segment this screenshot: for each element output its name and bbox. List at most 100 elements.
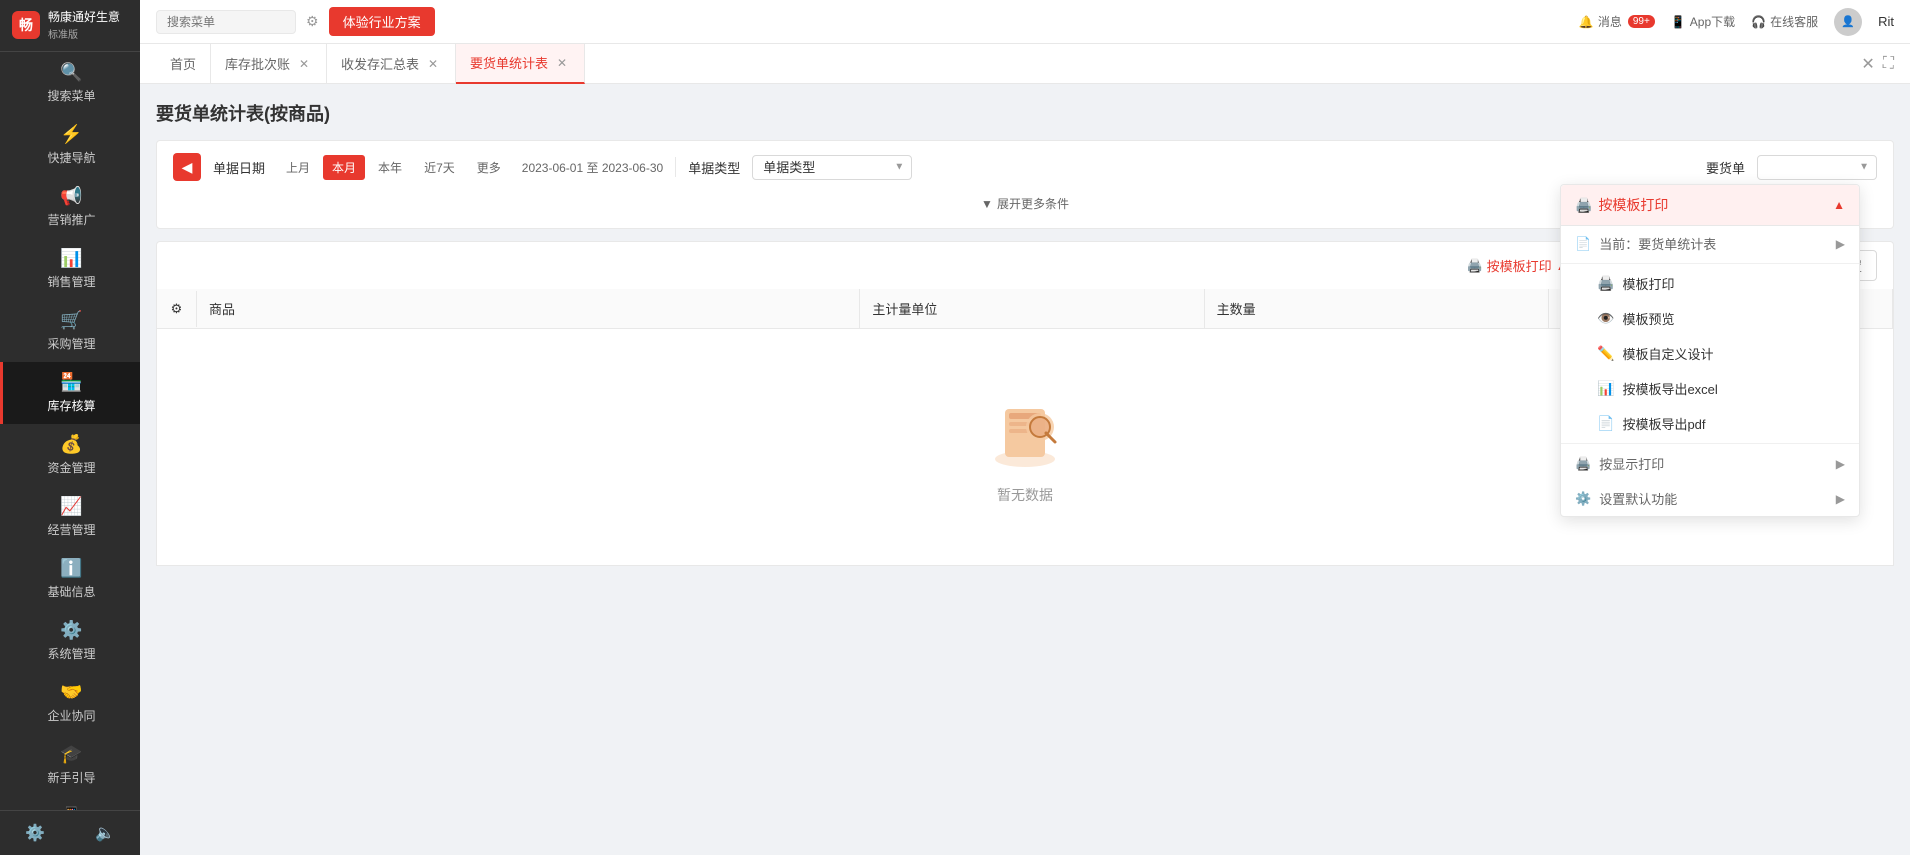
sidebar-item-purchase[interactable]: 🛒 采购管理 bbox=[0, 300, 140, 362]
app-version: 标准版 bbox=[48, 26, 120, 41]
dp-template-print[interactable]: 🖨️ 模板打印 bbox=[1561, 266, 1859, 301]
app-name: 畅康通好生意 bbox=[48, 10, 120, 26]
username: Rit bbox=[1878, 14, 1894, 29]
sidebar-item-inventory[interactable]: 🏪 库存核算 bbox=[0, 362, 140, 424]
dp-default-func-label: 设置默认功能 bbox=[1599, 489, 1677, 508]
tab-bar: 首页库存批次账✕ 收发存汇总表 ✕ 要货单统计表 ✕ ✕ ⛶ bbox=[140, 44, 1910, 84]
dp-template-print-icon: 🖨️ bbox=[1597, 275, 1614, 292]
top-bar-right: 🔔 消息 99+ 📱 App下载 🎧 在线客服 👤 Rit bbox=[1579, 8, 1894, 36]
sidebar-item-guide[interactable]: 🎓 新手引导 bbox=[0, 734, 140, 796]
dp-export-pdf-label: 按模板导出pdf bbox=[1622, 414, 1705, 433]
sidebar-item-label: 资金管理 bbox=[47, 459, 95, 476]
dp-title: 按模板打印 bbox=[1598, 195, 1668, 215]
sidebar-footer: ⚙️ 🔈 bbox=[0, 810, 140, 855]
tab-close-inventory-batch[interactable]: ✕ bbox=[296, 56, 312, 72]
app-download-btn[interactable]: 📱 App下载 bbox=[1671, 13, 1735, 30]
settings-gear-icon[interactable]: ⚙ bbox=[306, 13, 319, 30]
tab-label-home: 首页 bbox=[170, 54, 196, 73]
yaohuodan-select[interactable] bbox=[1757, 155, 1877, 180]
sidebar-item-basics[interactable]: ℹ️ 基础信息 bbox=[0, 548, 140, 610]
sidebar-item-marketing[interactable]: 📢 营销推广 bbox=[0, 176, 140, 238]
sidebar-item-search[interactable]: 🔍 搜索菜单 bbox=[0, 52, 140, 114]
date-filter-label: 单据日期 bbox=[213, 158, 265, 177]
quick-nav-icon: ⚡ bbox=[60, 124, 82, 145]
tab-bar-actions: ✕ ⛶ bbox=[1861, 54, 1894, 74]
messages-badge: 99+ bbox=[1628, 15, 1655, 28]
experience-btn[interactable]: 体验行业方案 bbox=[329, 7, 435, 36]
date-btn-本月[interactable]: 本月 bbox=[323, 155, 365, 180]
tab-recv-summary[interactable]: 收发存汇总表 ✕ bbox=[327, 44, 456, 84]
dp-collapse-arrow[interactable]: ▲ bbox=[1833, 198, 1845, 212]
messages-btn[interactable]: 🔔 消息 99+ bbox=[1579, 13, 1655, 30]
sidebar-item-apps[interactable]: 📱 应用中心 bbox=[0, 796, 140, 810]
dp-export-excel[interactable]: 📊 按模板导出excel bbox=[1561, 371, 1859, 406]
sidebar-item-sales[interactable]: 📊 销售管理 bbox=[0, 238, 140, 300]
close-window-btn[interactable]: ✕ bbox=[1861, 54, 1874, 74]
date-btn-上月[interactable]: 上月 bbox=[277, 155, 319, 180]
settings-icon[interactable]: ⚙️ bbox=[21, 819, 49, 847]
online-service-btn[interactable]: 🎧 在线客服 bbox=[1751, 13, 1818, 30]
dp-current-section[interactable]: 📄 当前：要货单统计表 ▶ bbox=[1561, 226, 1859, 261]
basics-icon: ℹ️ bbox=[60, 558, 82, 579]
column-settings-icon[interactable]: ⚙ bbox=[171, 301, 183, 316]
dp-default-func-icon: ⚙️ bbox=[1575, 491, 1591, 507]
sales-icon: 📊 bbox=[60, 248, 82, 269]
sidebar-item-operations[interactable]: 📈 经营管理 bbox=[0, 486, 140, 548]
dp-template-preview[interactable]: 👁️ 模板预览 bbox=[1561, 301, 1859, 336]
date-btn-本年[interactable]: 本年 bbox=[369, 155, 411, 180]
app-download-label: App下载 bbox=[1690, 13, 1735, 30]
dp-current-label: 当前：要货单统计表 bbox=[1599, 234, 1716, 253]
tab-label-order-stats: 要货单统计表 bbox=[470, 53, 548, 72]
sidebar-item-finance[interactable]: 💰 资金管理 bbox=[0, 424, 140, 486]
tab-home[interactable]: 首页 bbox=[156, 44, 211, 84]
dp-display-print-arrow: ▶ bbox=[1836, 457, 1845, 471]
th-goods: 商品 bbox=[197, 289, 860, 328]
type-select[interactable]: 单据类型 bbox=[752, 155, 912, 180]
dp-display-print-section[interactable]: 🖨️ 按显示打印 ▶ bbox=[1561, 446, 1859, 481]
cooperation-icon: 🤝 bbox=[60, 682, 82, 703]
date-range-display: 2023-06-01 至 2023-06-30 bbox=[522, 159, 663, 176]
date-buttons: 上月本月本年近7天更多 bbox=[277, 155, 510, 180]
tab-close-recv-summary[interactable]: ✕ bbox=[425, 56, 441, 72]
dp-header: 🖨️ 按模板打印 ▲ bbox=[1561, 185, 1859, 226]
page-area: 要货单统计表(按商品) ◀ 单据日期 上月本月本年近7天更多 2023-06-0… bbox=[140, 84, 1910, 855]
avatar[interactable]: 👤 bbox=[1834, 8, 1862, 36]
dp-default-func-section[interactable]: ⚙️ 设置默认功能 ▶ bbox=[1561, 481, 1859, 516]
sidebar-item-cooperation[interactable]: 🤝 企业协同 bbox=[0, 672, 140, 734]
dp-export-pdf[interactable]: 📄 按模板导出pdf bbox=[1561, 406, 1859, 441]
filter-row-1: ◀ 单据日期 上月本月本年近7天更多 2023-06-01 至 2023-06-… bbox=[173, 153, 1877, 181]
sidebar-item-label: 采购管理 bbox=[47, 335, 95, 352]
phone-icon: 📱 bbox=[1671, 15, 1686, 29]
type-select-wrapper: 单据类型 bbox=[752, 155, 912, 180]
dp-template-design-label: 模板自定义设计 bbox=[1622, 344, 1713, 363]
purchase-icon: 🛒 bbox=[60, 310, 82, 331]
tab-order-stats[interactable]: 要货单统计表 ✕ bbox=[456, 44, 585, 84]
tab-inventory-batch[interactable]: 库存批次账✕ bbox=[211, 44, 327, 84]
page-title: 要货单统计表(按商品) bbox=[156, 100, 1894, 126]
tab-close-order-stats[interactable]: ✕ bbox=[554, 55, 570, 71]
sidebar-item-label: 系统管理 bbox=[47, 645, 95, 662]
dp-template-design[interactable]: ✏️ 模板自定义设计 bbox=[1561, 336, 1859, 371]
search-input[interactable] bbox=[156, 10, 296, 34]
collapse-toggle[interactable]: ◀ bbox=[173, 153, 201, 181]
search-icon: 🔍 bbox=[60, 62, 82, 83]
bell-icon: 🔔 bbox=[1579, 15, 1594, 29]
tab-label-recv-summary: 收发存汇总表 bbox=[341, 54, 419, 73]
dp-default-func-arrow: ▶ bbox=[1836, 492, 1845, 506]
sidebar-item-system[interactable]: ⚙️ 系统管理 bbox=[0, 610, 140, 672]
dp-export-excel-icon: 📊 bbox=[1597, 380, 1614, 397]
top-bar: ⚙ 体验行业方案 🔔 消息 99+ 📱 App下载 🎧 在线客服 👤 Rit bbox=[140, 0, 1910, 44]
maximize-btn[interactable]: ⛶ bbox=[1883, 55, 1894, 73]
dp-template-print-label: 模板打印 bbox=[1622, 274, 1674, 293]
expand-btn[interactable]: ▼ 展开更多条件 bbox=[969, 191, 1081, 216]
speaker-icon[interactable]: 🔈 bbox=[91, 819, 119, 847]
date-btn-近7天[interactable]: 近7天 bbox=[415, 155, 464, 180]
sidebar-item-quick-nav[interactable]: ⚡ 快捷导航 bbox=[0, 114, 140, 176]
print-btn[interactable]: 🖨️ 按模板打印 ▲ bbox=[1458, 252, 1576, 279]
empty-icon bbox=[975, 389, 1075, 469]
dp-divider-2 bbox=[1561, 443, 1859, 444]
th-settings: ⚙ bbox=[157, 291, 197, 327]
dp-divider-1 bbox=[1561, 263, 1859, 264]
date-btn-更多[interactable]: 更多 bbox=[468, 155, 510, 180]
th-unit: 主计量单位 bbox=[860, 289, 1204, 328]
